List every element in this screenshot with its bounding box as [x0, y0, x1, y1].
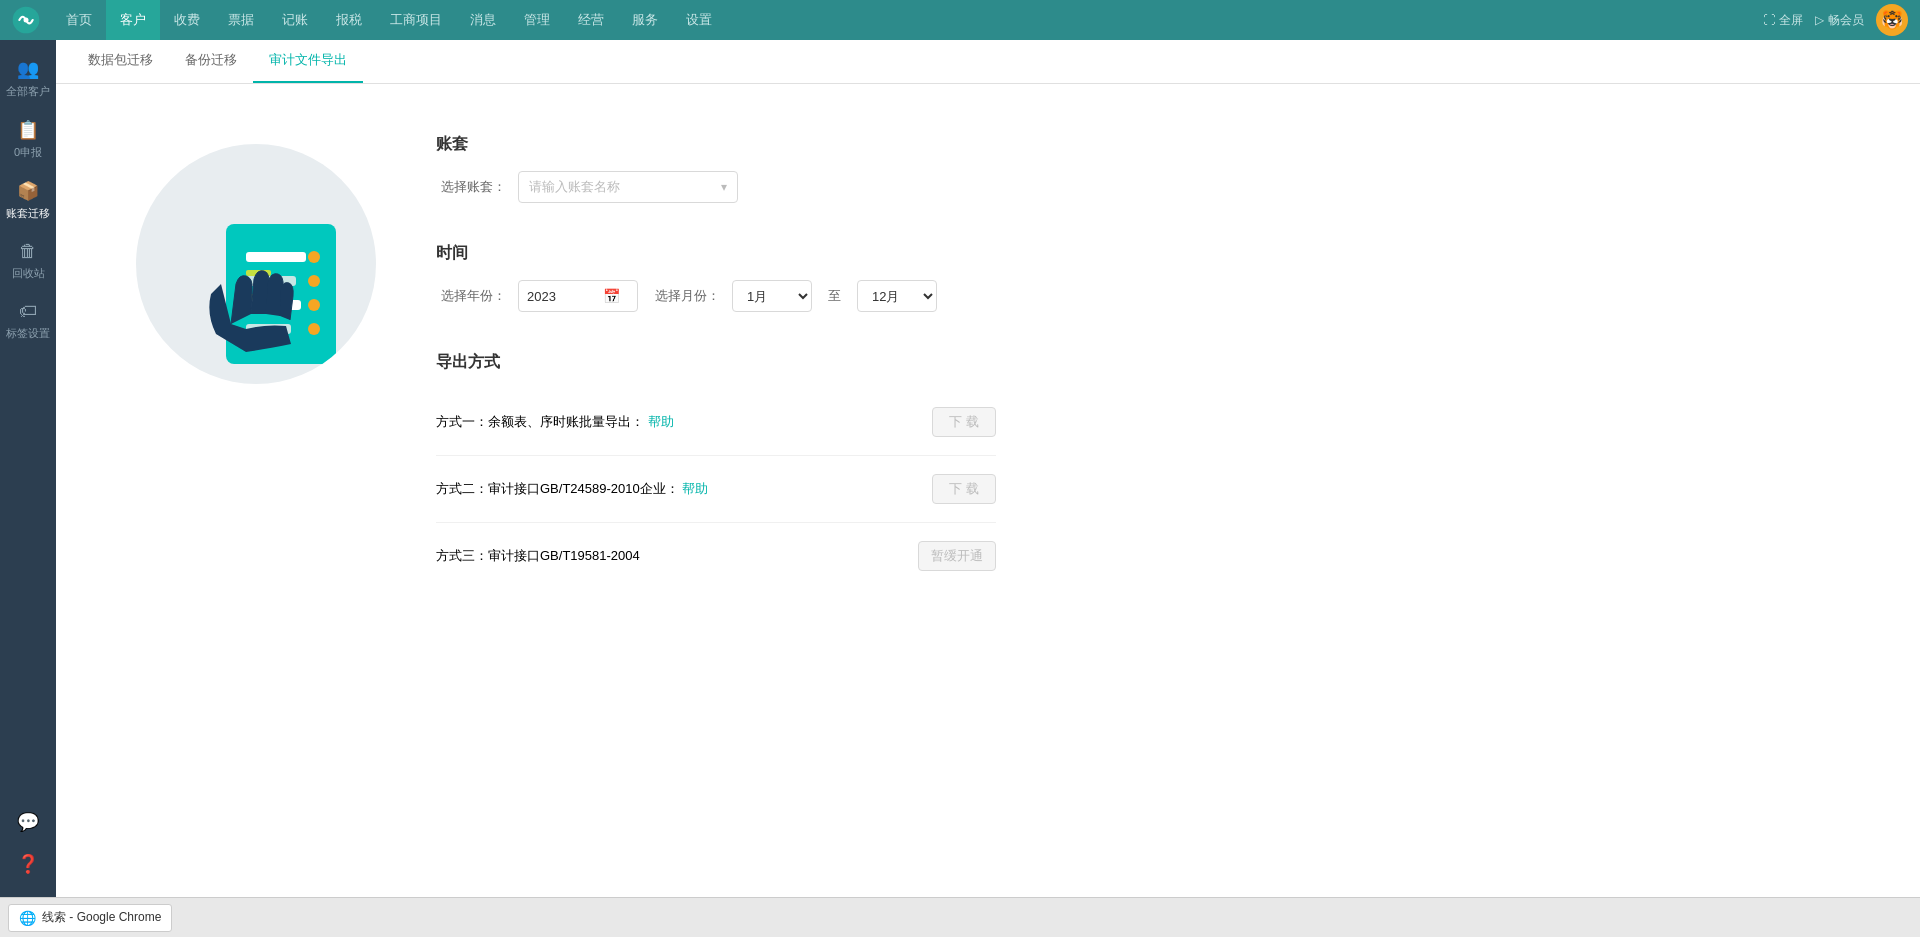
method1-download-button[interactable]: 下 载 [932, 407, 996, 437]
tag-icon: 🏷 [19, 301, 37, 322]
month-start-select[interactable]: 1月2月3月4月 5月6月7月8月 9月10月11月12月 [732, 280, 812, 312]
illustration-circle [136, 144, 376, 384]
sidebar-label-tag: 标签设置 [6, 326, 50, 341]
app-logo [8, 2, 44, 38]
account-select[interactable]: 请输入账套名称 ▾ [518, 171, 738, 203]
method2-text: 方式二：审计接口GB/T24589-2010企业： [436, 481, 679, 496]
nav-service[interactable]: 服务 [618, 0, 672, 40]
sidebar-item-migration[interactable]: 📦 账套迁移 [0, 170, 56, 231]
sidebar-item-help[interactable]: ❓ [0, 843, 56, 885]
account-placeholder: 请输入账套名称 [529, 178, 620, 196]
sidebar-item-tag-settings[interactable]: 🏷 标签设置 [0, 291, 56, 351]
nav-account[interactable]: 记账 [268, 0, 322, 40]
sidebar-item-all-clients[interactable]: 👥 全部客户 [0, 48, 56, 109]
method2-download-button[interactable]: 下 载 [932, 474, 996, 504]
export-method-1-row: 方式一：余额表、序时账批量导出： 帮助 下 载 [436, 389, 996, 456]
sidebar-label-migration: 账套迁移 [6, 206, 50, 221]
method1-text: 方式一：余额表、序时账批量导出： [436, 414, 644, 429]
nav-business[interactable]: 工商项目 [376, 0, 456, 40]
calendar-icon: 📅 [603, 288, 620, 304]
taskbar: 🌐 线索 - Google Chrome [0, 897, 1920, 937]
tab-backup-migration[interactable]: 备份迁移 [169, 40, 253, 83]
nav-manage[interactable]: 管理 [510, 0, 564, 40]
method1-help-link[interactable]: 帮助 [648, 414, 674, 429]
export-method-1-label: 方式一：余额表、序时账批量导出： 帮助 [436, 413, 674, 431]
message-icon: 💬 [17, 811, 39, 833]
month-end-select[interactable]: 1月2月3月4月 5月6月7月8月 9月10月11月12月 [857, 280, 937, 312]
fullscreen-button[interactable]: ⛶ 全屏 [1763, 12, 1803, 29]
year-label: 选择年份： [436, 287, 506, 305]
nav-home[interactable]: 首页 [52, 0, 106, 40]
year-input-wrapper[interactable]: 2023 📅 [518, 280, 638, 312]
svg-point-9 [308, 299, 320, 311]
sidebar-item-message[interactable]: 💬 [0, 801, 56, 843]
page-content: 账套 选择账套： 请输入账套名称 ▾ 时间 选择年份： 2023 📅 [56, 84, 1920, 897]
time-row: 选择年份： 2023 📅 选择月份： 1月2月3月4月 5月6月7月8月 9月1… [436, 280, 1136, 312]
avatar[interactable]: 🐯 [1876, 4, 1908, 36]
form-area: 账套 选择账套： 请输入账套名称 ▾ 时间 选择年份： 2023 📅 [436, 124, 1136, 589]
time-section-title: 时间 [436, 243, 1136, 264]
to-label: 至 [824, 287, 845, 305]
account-label: 选择账套： [436, 178, 506, 196]
top-nav: 首页 客户 收费 票据 记账 报税 工商项目 消息 管理 经营 服务 设置 ⛶ … [0, 0, 1920, 40]
taskbar-chrome-item[interactable]: 🌐 线索 - Google Chrome [8, 904, 172, 932]
account-section-title: 账套 [436, 134, 1136, 155]
svg-point-10 [308, 323, 320, 335]
export-section-title: 导出方式 [436, 352, 1136, 373]
chrome-icon: 🌐 [19, 910, 36, 926]
tab-audit-export[interactable]: 审计文件导出 [253, 40, 363, 83]
declare-icon: 📋 [17, 119, 39, 141]
fullscreen-label: 全屏 [1779, 12, 1803, 29]
method3-text: 方式三：审计接口GB/T19581-2004 [436, 548, 640, 563]
svg-point-1 [24, 18, 29, 23]
sidebar-item-zero-declare[interactable]: 📋 0申报 [0, 109, 56, 170]
nav-message[interactable]: 消息 [456, 0, 510, 40]
migration-icon: 📦 [17, 180, 39, 202]
svg-rect-3 [246, 252, 306, 262]
export-method-3-label: 方式三：审计接口GB/T19581-2004 [436, 547, 640, 565]
nav-tax[interactable]: 报税 [322, 0, 376, 40]
method3-open-button[interactable]: 暂缓开通 [918, 541, 996, 571]
illustration-svg [156, 154, 356, 374]
member-label: 畅会员 [1828, 12, 1864, 29]
nav-items: 首页 客户 收费 票据 记账 报税 工商项目 消息 管理 经营 服务 设置 [52, 0, 1763, 40]
nav-settings[interactable]: 设置 [672, 0, 726, 40]
svg-point-7 [308, 251, 320, 263]
export-method-2-label: 方式二：审计接口GB/T24589-2010企业： 帮助 [436, 480, 708, 498]
fullscreen-icon: ⛶ [1763, 13, 1775, 27]
export-method-3-row: 方式三：审计接口GB/T19581-2004 暂缓开通 [436, 523, 996, 589]
sidebar-label-clients: 全部客户 [6, 84, 50, 99]
taskbar-item-label: 线索 - Google Chrome [42, 909, 161, 926]
member-button[interactable]: ▷ 畅会员 [1815, 12, 1864, 29]
month-label: 选择月份： [650, 287, 720, 305]
recycle-icon: 🗑 [19, 241, 37, 262]
nav-fee[interactable]: 收费 [160, 0, 214, 40]
method2-help-link[interactable]: 帮助 [682, 481, 708, 496]
svg-point-8 [308, 275, 320, 287]
sidebar: 👥 全部客户 📋 0申报 📦 账套迁移 🗑 回收站 🏷 标签设置 💬 ❓ [0, 40, 56, 897]
export-method-2-row: 方式二：审计接口GB/T24589-2010企业： 帮助 下 载 [436, 456, 996, 523]
tab-bar: 数据包迁移 备份迁移 审计文件导出 [56, 40, 1920, 84]
sidebar-item-recycle[interactable]: 🗑 回收站 [0, 231, 56, 291]
nav-right: ⛶ 全屏 ▷ 畅会员 🐯 [1763, 4, 1920, 36]
tab-data-migration[interactable]: 数据包迁移 [72, 40, 169, 83]
main-layout: 👥 全部客户 📋 0申报 📦 账套迁移 🗑 回收站 🏷 标签设置 💬 ❓ [0, 40, 1920, 897]
year-input[interactable]: 2023 [527, 289, 597, 304]
illustration-wrapper [136, 124, 376, 384]
sidebar-label-declare: 0申报 [14, 145, 42, 160]
nav-invoice[interactable]: 票据 [214, 0, 268, 40]
nav-operation[interactable]: 经营 [564, 0, 618, 40]
clients-icon: 👥 [17, 58, 39, 80]
nav-client[interactable]: 客户 [106, 0, 160, 40]
dropdown-arrow-icon: ▾ [721, 180, 727, 194]
sidebar-label-recycle: 回收站 [12, 266, 45, 281]
help-icon: ❓ [17, 853, 39, 875]
content-area: 数据包迁移 备份迁移 审计文件导出 [56, 40, 1920, 897]
play-icon: ▷ [1815, 13, 1824, 27]
account-row: 选择账套： 请输入账套名称 ▾ [436, 171, 1136, 203]
